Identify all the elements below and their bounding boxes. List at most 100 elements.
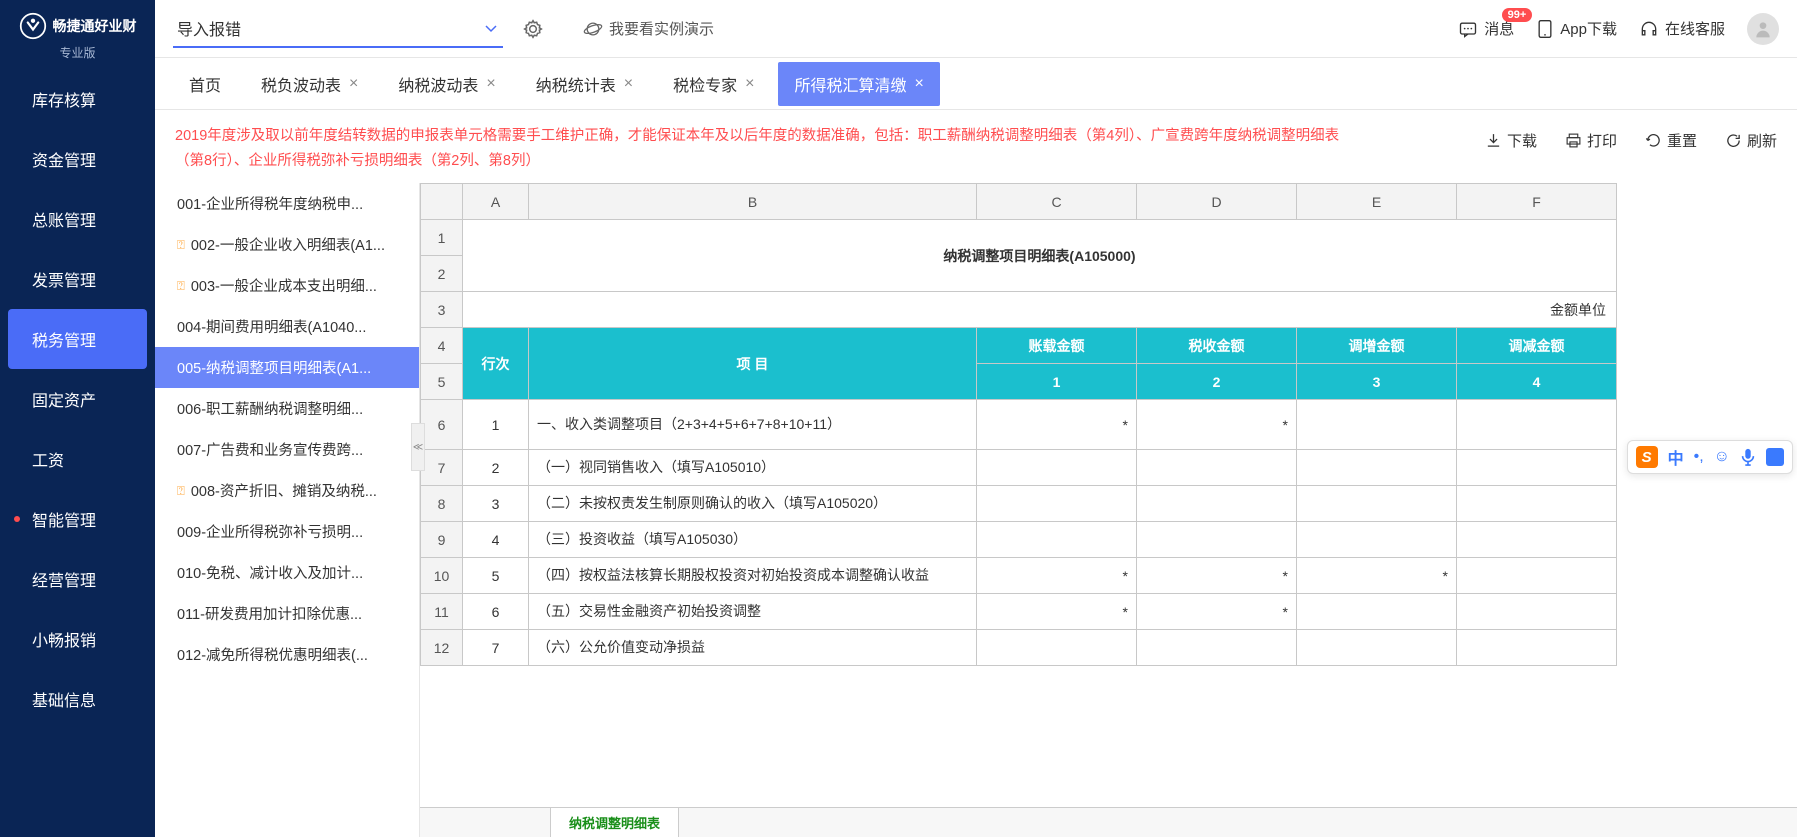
cell-e[interactable] <box>1297 594 1457 630</box>
refresh-button[interactable]: 刷新 <box>1725 130 1777 151</box>
settings-icon[interactable] <box>523 19 543 39</box>
tab-close-icon[interactable]: × <box>349 75 358 93</box>
sheet-tab[interactable]: 纳税调整明细表 <box>550 807 679 837</box>
cell-d[interactable] <box>1137 630 1297 666</box>
tab-0[interactable]: 首页 <box>173 62 237 106</box>
cell-f[interactable] <box>1457 630 1617 666</box>
sidebar-item-6[interactable]: 工资 <box>0 429 155 489</box>
cell-c[interactable] <box>977 450 1137 486</box>
sidebar-item-5[interactable]: 固定资产 <box>0 369 155 429</box>
cell-item[interactable]: （四）按权益法核算长期股权投资对初始投资成本调整确认收益 <box>529 558 977 594</box>
cell-e[interactable] <box>1297 522 1457 558</box>
user-avatar[interactable] <box>1747 13 1779 45</box>
cell-c[interactable]: * <box>977 400 1137 450</box>
tree-item-0[interactable]: 001-企业所得税年度纳税申... <box>155 183 419 224</box>
col-header-A: A <box>463 184 529 220</box>
sidebar-item-8[interactable]: 经营管理 <box>0 549 155 609</box>
cell-d[interactable]: * <box>1137 400 1297 450</box>
ime-keyboard-icon[interactable] <box>1766 448 1784 466</box>
tree-item-10[interactable]: 011-研发费用加计扣除优惠... <box>155 593 419 634</box>
cell-c[interactable] <box>977 630 1137 666</box>
tab-close-icon[interactable]: × <box>745 75 754 93</box>
cell-item[interactable]: （二）未按权责发生制原则确认的收入（填写A105020） <box>529 486 977 522</box>
messages-button[interactable]: 消息 99+ <box>1458 18 1514 39</box>
ime-toolbar[interactable]: S 中 •, ☺ <box>1627 440 1793 474</box>
tab-2[interactable]: 纳税波动表× <box>382 62 511 106</box>
cell-d[interactable]: * <box>1137 558 1297 594</box>
cell-e[interactable] <box>1297 486 1457 522</box>
tab-3[interactable]: 纳税统计表× <box>520 62 649 106</box>
ime-lang[interactable]: 中 <box>1668 445 1684 469</box>
cell-item[interactable]: （三）投资收益（填写A105030） <box>529 522 977 558</box>
cell-num[interactable]: 6 <box>463 594 529 630</box>
cell-f[interactable] <box>1457 400 1617 450</box>
sidebar-item-1[interactable]: 资金管理 <box>0 129 155 189</box>
cell-e[interactable] <box>1297 400 1457 450</box>
tree-item-5[interactable]: 006-职工薪酬纳税调整明细... <box>155 388 419 429</box>
tab-5[interactable]: 所得税汇算清缴× <box>778 62 939 106</box>
sidebar-item-9[interactable]: 小畅报销 <box>0 609 155 669</box>
cell-c[interactable]: * <box>977 558 1137 594</box>
tree-item-6[interactable]: 007-广告费和业务宣传费跨... <box>155 429 419 470</box>
cell-num[interactable]: 7 <box>463 630 529 666</box>
sidebar-item-10[interactable]: 基础信息 <box>0 669 155 729</box>
import-error-dropdown[interactable]: 导入报错 <box>173 10 503 48</box>
message-icon <box>1458 19 1478 39</box>
ime-punct-icon[interactable]: •, <box>1694 448 1704 466</box>
tree-item-7[interactable]: ⍰008-资产折旧、摊销及纳税... <box>155 470 419 511</box>
collapse-handle[interactable]: ≪ <box>411 423 425 471</box>
cell-num[interactable]: 4 <box>463 522 529 558</box>
col-header-E: E <box>1297 184 1457 220</box>
dropdown-label: 导入报错 <box>177 16 241 40</box>
customer-service-button[interactable]: 在线客服 <box>1639 18 1725 39</box>
cell-e[interactable] <box>1297 450 1457 486</box>
tree-item-11[interactable]: 012-减免所得税优惠明细表(... <box>155 634 419 675</box>
tab-1[interactable]: 税负波动表× <box>245 62 374 106</box>
cell-d[interactable]: * <box>1137 594 1297 630</box>
demo-link[interactable]: 我要看实例演示 <box>583 18 714 39</box>
cell-f[interactable] <box>1457 522 1617 558</box>
ime-mic-icon[interactable] <box>1740 448 1756 466</box>
cell-num[interactable]: 3 <box>463 486 529 522</box>
app-download-button[interactable]: App下载 <box>1536 18 1617 39</box>
tree-item-2[interactable]: ⍰003-一般企业成本支出明细... <box>155 265 419 306</box>
tab-close-icon[interactable]: × <box>486 75 495 93</box>
cell-f[interactable] <box>1457 594 1617 630</box>
cell-num[interactable]: 2 <box>463 450 529 486</box>
tab-4[interactable]: 税检专家× <box>657 62 770 106</box>
cell-item[interactable]: （六）公允价值变动净损益 <box>529 630 977 666</box>
cell-item[interactable]: （五）交易性金融资产初始投资调整 <box>529 594 977 630</box>
sidebar-item-0[interactable]: 库存核算 <box>0 69 155 129</box>
cell-f[interactable] <box>1457 450 1617 486</box>
sidebar-item-4[interactable]: 税务管理 <box>8 309 147 369</box>
tree-item-9[interactable]: 010-免税、减计收入及加计... <box>155 552 419 593</box>
sidebar-item-2[interactable]: 总账管理 <box>0 189 155 249</box>
cell-c[interactable]: * <box>977 594 1137 630</box>
cell-e[interactable] <box>1297 630 1457 666</box>
cell-c[interactable] <box>977 522 1137 558</box>
sidebar-item-7[interactable]: 智能管理 <box>0 489 155 549</box>
ime-emoji-icon[interactable]: ☺ <box>1714 448 1730 466</box>
tree-item-4[interactable]: 005-纳税调整项目明细表(A1... <box>155 347 419 388</box>
print-button[interactable]: 打印 <box>1565 130 1617 151</box>
tree-item-8[interactable]: 009-企业所得税弥补亏损明... <box>155 511 419 552</box>
cell-f[interactable] <box>1457 558 1617 594</box>
cell-d[interactable] <box>1137 486 1297 522</box>
tab-close-icon[interactable]: × <box>914 75 923 93</box>
cell-c[interactable] <box>977 486 1137 522</box>
cell-d[interactable] <box>1137 450 1297 486</box>
cell-e[interactable]: * <box>1297 558 1457 594</box>
brand-name: 畅捷通好业财 <box>53 16 137 36</box>
download-button[interactable]: 下载 <box>1485 130 1537 151</box>
cell-num[interactable]: 1 <box>463 400 529 450</box>
cell-f[interactable] <box>1457 486 1617 522</box>
reset-button[interactable]: 重置 <box>1645 130 1697 151</box>
cell-d[interactable] <box>1137 522 1297 558</box>
tree-item-3[interactable]: 004-期间费用明细表(A1040... <box>155 306 419 347</box>
cell-item[interactable]: （一）视同销售收入（填写A105010） <box>529 450 977 486</box>
tab-close-icon[interactable]: × <box>624 75 633 93</box>
sidebar-item-3[interactable]: 发票管理 <box>0 249 155 309</box>
cell-num[interactable]: 5 <box>463 558 529 594</box>
tree-item-1[interactable]: ⍰002-一般企业收入明细表(A1... <box>155 224 419 265</box>
cell-item[interactable]: 一、收入类调整项目（2+3+4+5+6+7+8+10+11） <box>529 400 977 450</box>
